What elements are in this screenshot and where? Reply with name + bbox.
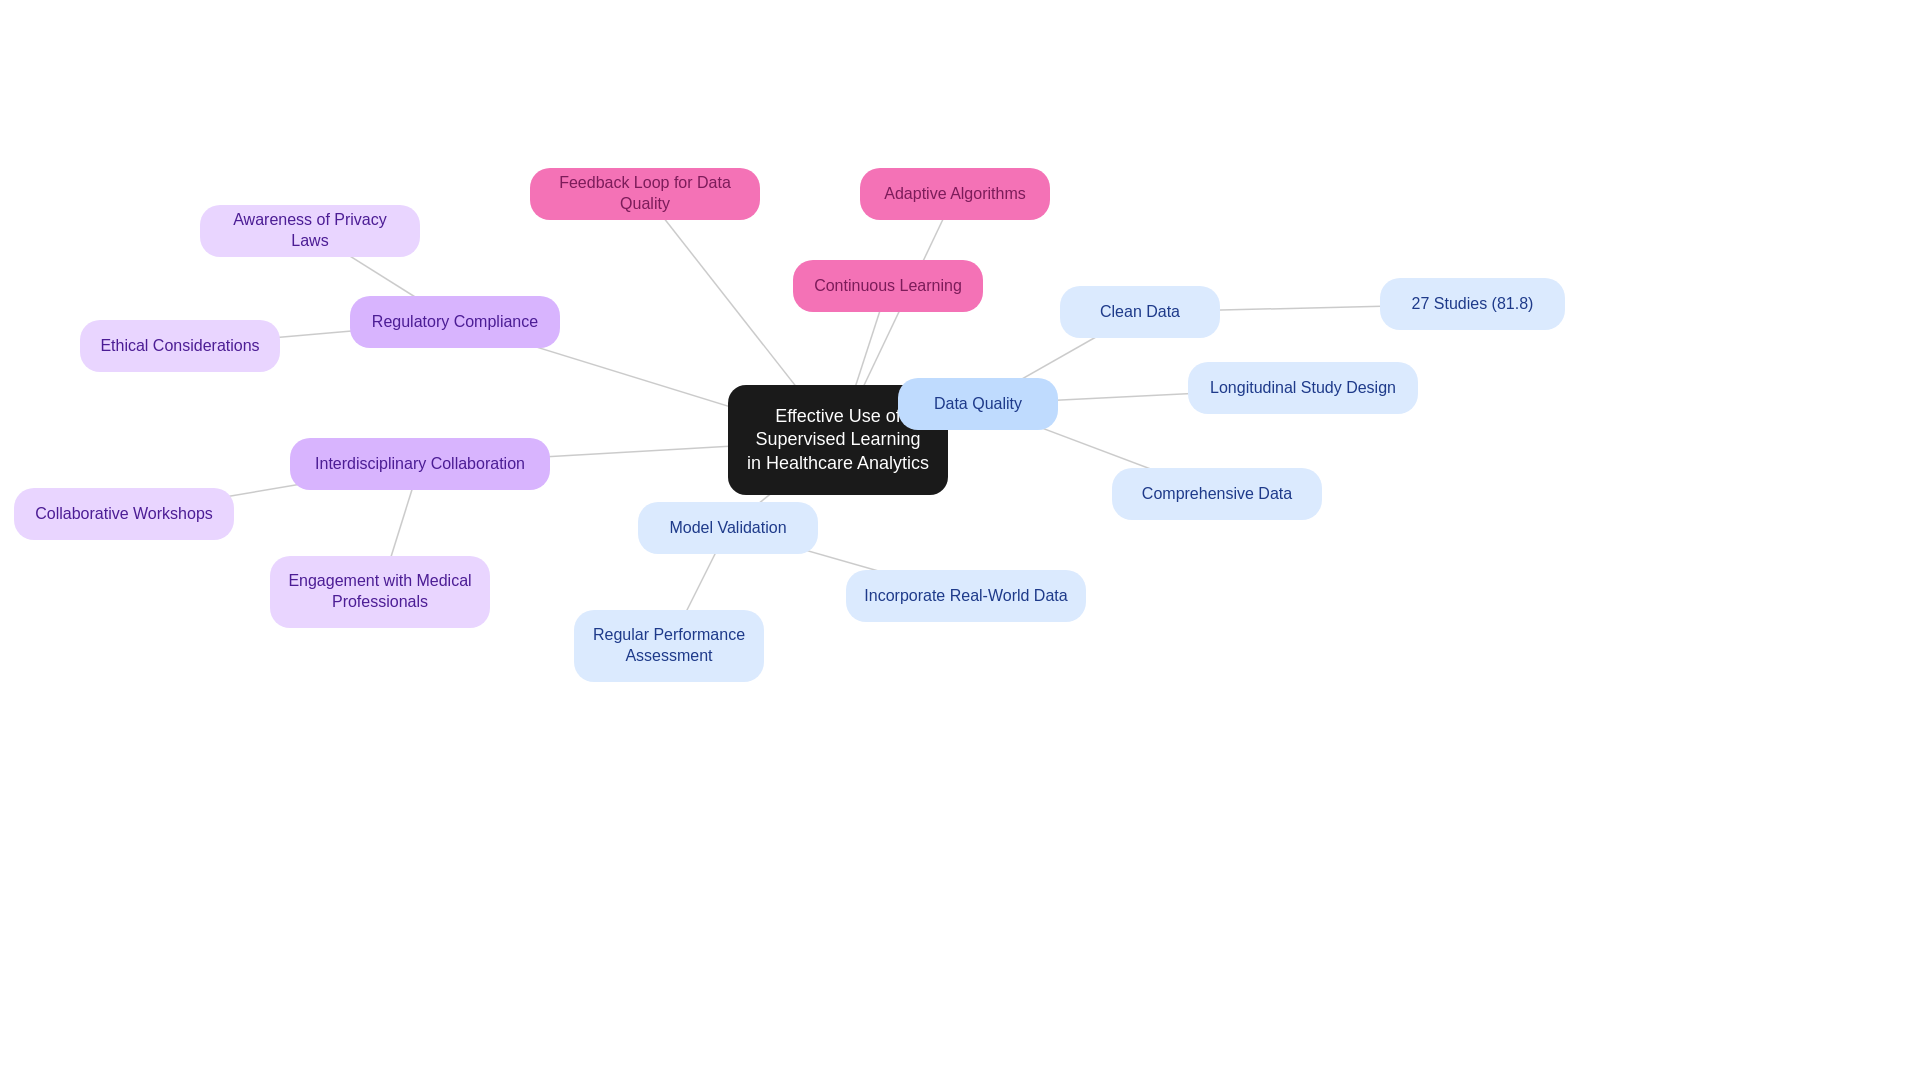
node-continuous-learning[interactable]: Continuous Learning (793, 260, 983, 312)
node-incorporate-real-world[interactable]: Incorporate Real-World Data (846, 570, 1086, 622)
node-feedback-loop[interactable]: Feedback Loop for Data Quality (530, 168, 760, 220)
node-interdisciplinary[interactable]: Interdisciplinary Collaboration (290, 438, 550, 490)
node-comprehensive-data[interactable]: Comprehensive Data (1112, 468, 1322, 520)
mindmap-container: Effective Use of Supervised Learning in … (0, 0, 1920, 1083)
node-27-studies[interactable]: 27 Studies (81.8) (1380, 278, 1565, 330)
node-data-quality[interactable]: Data Quality (898, 378, 1058, 430)
node-adaptive-algorithms[interactable]: Adaptive Algorithms (860, 168, 1050, 220)
node-awareness-privacy[interactable]: Awareness of Privacy Laws (200, 205, 420, 257)
node-model-validation[interactable]: Model Validation (638, 502, 818, 554)
node-regulatory-compliance[interactable]: Regulatory Compliance (350, 296, 560, 348)
node-collaborative-workshops[interactable]: Collaborative Workshops (14, 488, 234, 540)
connection-lines (0, 0, 1920, 1083)
node-engagement-medical[interactable]: Engagement with Medical Professionals (270, 556, 490, 628)
node-regular-performance[interactable]: Regular Performance Assessment (574, 610, 764, 682)
node-ethical-considerations[interactable]: Ethical Considerations (80, 320, 280, 372)
node-longitudinal-study[interactable]: Longitudinal Study Design (1188, 362, 1418, 414)
node-clean-data[interactable]: Clean Data (1060, 286, 1220, 338)
